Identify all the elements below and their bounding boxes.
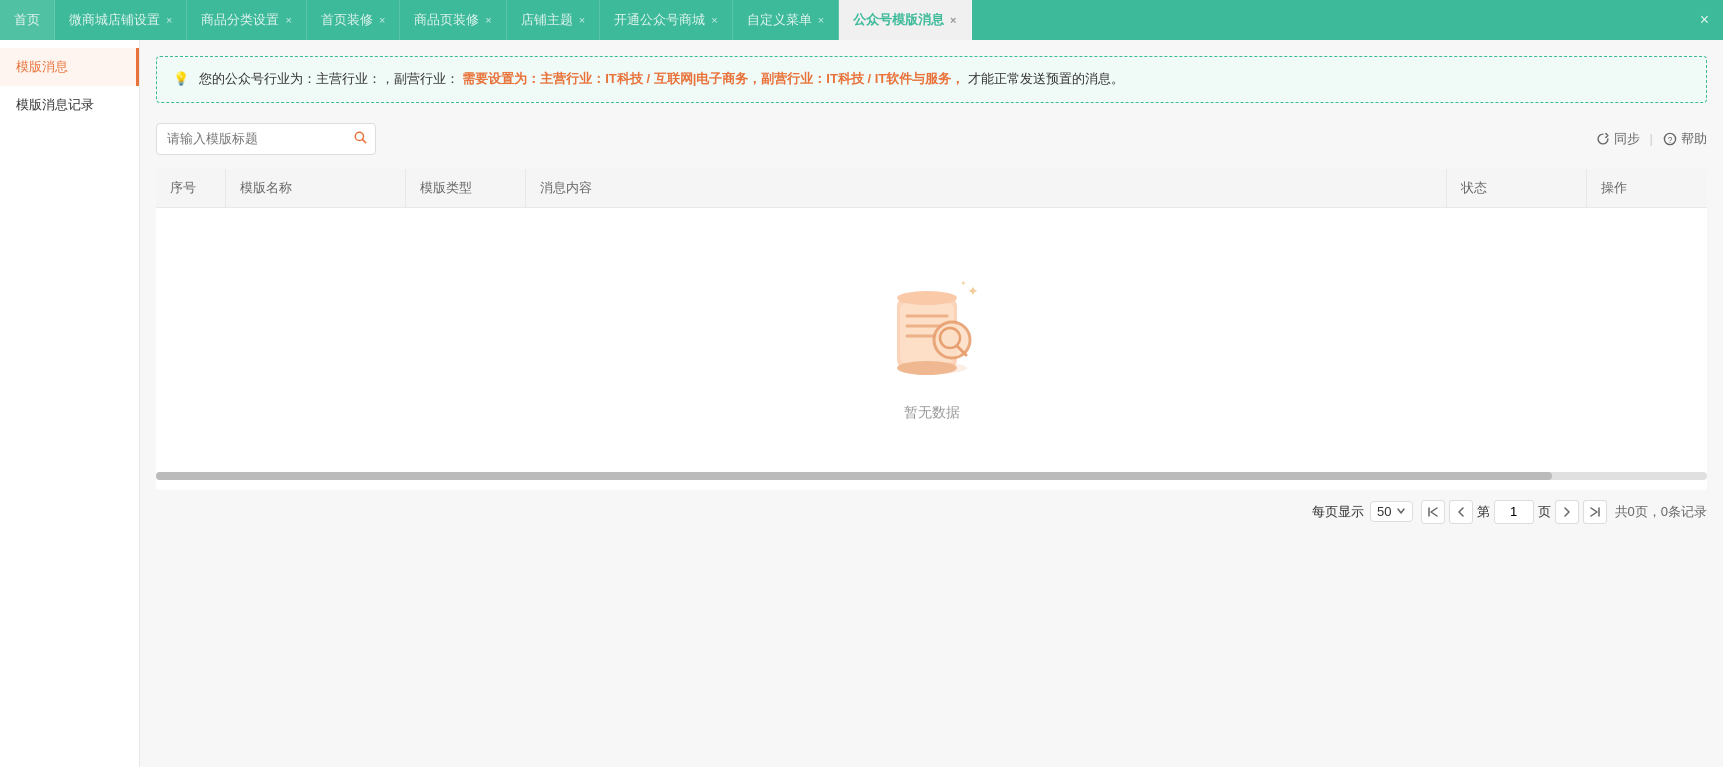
search-input-wrap [156,123,376,155]
notice-box: 💡 您的公众号行业为：主营行业：，副营行业： 需要设置为：主营行业：IT科技 /… [156,56,1707,103]
svg-line-1 [362,139,365,142]
empty-state: ✦ ✦ 暂无数据 [156,208,1707,462]
help-icon: ? [1663,132,1677,146]
th-action: 操作 [1587,169,1707,207]
pagination: 每页显示 50 [156,490,1707,528]
tab-home-label: 首页 [14,11,40,29]
tab-template-msg[interactable]: 公众号模版消息 × [839,0,971,40]
close-open-mall-icon[interactable]: × [711,14,717,26]
sync-icon [1596,132,1610,146]
toolbar-divider: | [1650,131,1653,146]
close-product-category-icon[interactable]: × [285,14,291,26]
table-header: 序号 模版名称 模版类型 消息内容 状态 操作 [156,169,1707,208]
toolbar-right: 同步 | ? 帮助 [1596,130,1707,148]
notice-icon: 💡 [173,71,189,86]
tab-product-decor-label: 商品页装修 [414,11,479,29]
tab-wechat-shop-label: 微商城店铺设置 [69,11,160,29]
notice-suffix: 才能正常发送预置的消息。 [968,71,1124,86]
svg-text:✦: ✦ [960,279,967,288]
sidebar-item-template-record-label: 模版消息记录 [16,97,94,112]
help-button[interactable]: ? 帮助 [1663,130,1707,148]
notice-prefix: 您的公众号行业为：主营行业：，副营行业： [199,71,459,86]
close-shop-theme-icon[interactable]: × [579,14,585,26]
horizontal-scrollbar-row [156,462,1707,490]
prev-page-button[interactable] [1449,500,1473,524]
next-page-button[interactable] [1555,500,1579,524]
close-all-tabs-button[interactable]: × [1686,0,1723,40]
page-number-input[interactable] [1494,500,1534,524]
first-page-icon [1427,506,1439,518]
page-size-select[interactable]: 50 [1370,501,1412,522]
main-layout: 模版消息 模版消息记录 💡 您的公众号行业为：主营行业：，副营行业： 需要设置为… [0,40,1723,767]
svg-point-10 [897,291,957,305]
scrollbar-thumb[interactable] [156,472,1552,480]
tab-product-category[interactable]: 商品分类设置 × [187,0,306,40]
sidebar-item-template-message[interactable]: 模版消息 [0,48,139,86]
th-name: 模版名称 [226,169,406,207]
tab-home[interactable]: 首页 [0,0,55,40]
page-size-label: 每页显示 [1312,503,1364,521]
tab-product-decor[interactable]: 商品页装修 × [400,0,506,40]
close-template-msg-icon[interactable]: × [950,14,956,26]
sidebar: 模版消息 模版消息记录 [0,40,140,767]
sync-button[interactable]: 同步 [1596,130,1640,148]
th-seq: 序号 [156,169,226,207]
tab-template-msg-label: 公众号模版消息 [853,11,944,29]
tab-shop-theme[interactable]: 店铺主题 × [507,0,600,40]
search-button[interactable] [353,130,368,148]
tab-custom-menu[interactable]: 自定义菜单 × [733,0,839,40]
help-label: 帮助 [1681,130,1707,148]
page-input-wrap: 第 页 [1477,500,1551,524]
close-custom-menu-icon[interactable]: × [818,14,824,26]
search-icon [353,130,368,145]
page-unit-label: 页 [1538,503,1551,521]
page-size-wrap: 每页显示 50 [1312,501,1412,522]
th-status: 状态 [1447,169,1587,207]
empty-text: 暂无数据 [904,404,960,422]
horizontal-scrollbar[interactable] [156,472,1707,480]
tab-product-category-label: 商品分类设置 [201,11,279,29]
first-page-button[interactable] [1421,500,1445,524]
tab-wechat-shop[interactable]: 微商城店铺设置 × [55,0,187,40]
svg-point-11 [897,361,957,375]
th-content: 消息内容 [526,169,1447,207]
th-type: 模版类型 [406,169,526,207]
tab-homepage-decor-label: 首页装修 [321,11,373,29]
prev-page-icon [1455,506,1467,518]
search-bar: 同步 | ? 帮助 [156,123,1707,155]
last-page-button[interactable] [1583,500,1607,524]
search-input[interactable] [156,123,376,155]
tab-homepage-decor[interactable]: 首页装修 × [307,0,400,40]
page-total-label: 共0页，0条记录 [1615,503,1707,521]
page-navigation: 第 页 [1421,500,1607,524]
data-table: 序号 模版名称 模版类型 消息内容 状态 操作 [156,169,1707,490]
tab-open-mall[interactable]: 开通公众号商城 × [600,0,732,40]
sync-label: 同步 [1614,130,1640,148]
svg-text:?: ? [1668,134,1673,144]
page-size-dropdown-icon [1396,504,1406,519]
tab-shop-theme-label: 店铺主题 [521,11,573,29]
close-homepage-decor-icon[interactable]: × [379,14,385,26]
sidebar-item-template-message-label: 模版消息 [16,59,68,74]
notice-highlight: 需要设置为：主营行业：IT科技 / 互联网|电子商务，副营行业：IT科技 / I… [462,71,964,86]
next-page-icon [1561,506,1573,518]
svg-text:✦: ✦ [967,283,979,299]
tab-open-mall-label: 开通公众号商城 [614,11,705,29]
content-area: 💡 您的公众号行业为：主营行业：，副营行业： 需要设置为：主营行业：IT科技 /… [140,40,1723,767]
close-wechat-shop-icon[interactable]: × [166,14,172,26]
top-navigation: 首页 微商城店铺设置 × 商品分类设置 × 首页装修 × 商品页装修 × 店铺主… [0,0,1723,40]
page-prefix-label: 第 [1477,503,1490,521]
page-size-value: 50 [1377,504,1391,519]
empty-state-icon: ✦ ✦ [872,268,992,388]
sidebar-item-template-record[interactable]: 模版消息记录 [0,86,139,124]
tab-custom-menu-label: 自定义菜单 [747,11,812,29]
last-page-icon [1589,506,1601,518]
close-product-decor-icon[interactable]: × [485,14,491,26]
